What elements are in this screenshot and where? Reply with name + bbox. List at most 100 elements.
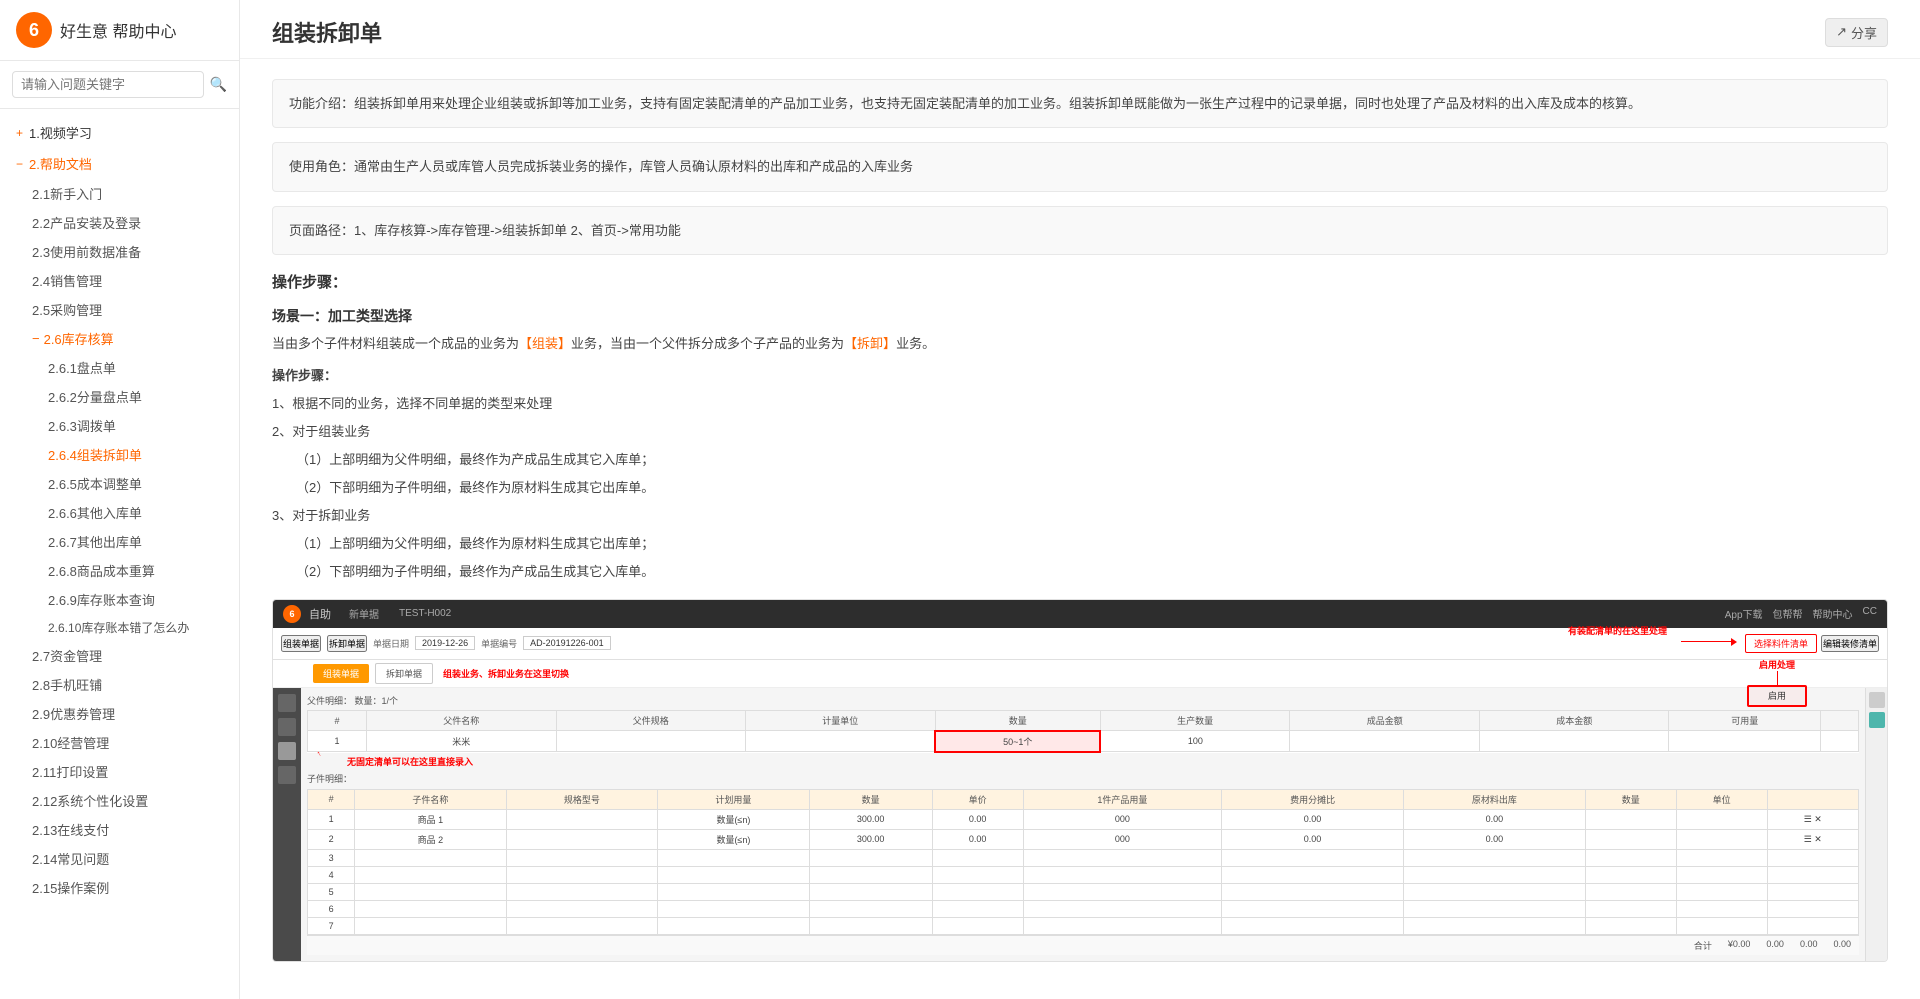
total-label: 合计 xyxy=(1694,939,1712,952)
btn-select-bom[interactable]: 选择料件清单 xyxy=(1745,634,1817,653)
sidebar-item-2-10[interactable]: 2.10经营管理 xyxy=(0,728,239,757)
sidebar-item-2-3[interactable]: 2.3使用前数据准备 xyxy=(0,237,239,266)
col-prod-amt: 成品金额 xyxy=(1290,710,1480,731)
app-screenshot: 6 自助 新单据 TEST-H002 App下载 包帮帮 帮助中心 CC 组装单… xyxy=(273,600,1887,961)
btn-disassembly-inactive[interactable]: 拆卸单据 xyxy=(375,663,433,684)
sidebar-item-2-6-2[interactable]: 2.6.2分量盘点单 xyxy=(0,382,239,411)
col-num: # xyxy=(308,710,367,731)
table-row: 7 xyxy=(308,917,1859,934)
sidebar-item-2-6-1[interactable]: 2.6.1盘点单 xyxy=(0,353,239,382)
app-title-sm: 自助 xyxy=(309,606,331,622)
page-header: 组装拆卸单 ↗ 分享 xyxy=(240,0,1920,59)
sidebar-icon-4 xyxy=(278,766,296,784)
sidebar-item-2-6-7[interactable]: 2.6.7其他出库单 xyxy=(0,527,239,556)
sidebar-item-2-11[interactable]: 2.11打印设置 xyxy=(0,757,239,786)
scol-plan-qty: 计划用量 xyxy=(658,789,810,809)
sidebar-item-2-14[interactable]: 2.14常见问题 xyxy=(0,844,239,873)
total-4: 0.00 xyxy=(1833,939,1851,952)
sidebar-item-2-9[interactable]: 2.9优惠券管理 xyxy=(0,699,239,728)
annotation-enable: 启用处理 启用 xyxy=(1747,658,1807,707)
annotation-bom: 有装配清单的在这里处理 xyxy=(1568,624,1667,637)
sidebar-item-2-13[interactable]: 2.13在线支付 xyxy=(0,815,239,844)
sidebar-item-label: 1.视频学习 xyxy=(29,123,92,142)
app-logo: 6 xyxy=(16,12,52,48)
cell-spec xyxy=(556,731,746,752)
search-bar: 🔍 xyxy=(0,61,239,109)
table-row: 2 商品 2 数量(≤n) 300.00 0.00 000 0.00 0.00 xyxy=(308,829,1859,849)
scol-num: # xyxy=(308,789,355,809)
cell-avail xyxy=(1669,731,1821,752)
bill-label: 单据编号 xyxy=(481,637,517,650)
app-right-strip xyxy=(1865,688,1887,961)
app-form-toolbar: 组装单据 拆卸单据 单据日期 2019-12-26 单据编号 AD-201912… xyxy=(273,628,1887,660)
step-1: 1、根据不同的业务，选择不同单据的类型来处理 xyxy=(272,391,1888,417)
cell-qty: 50~1个 xyxy=(935,731,1100,752)
search-input[interactable] xyxy=(12,71,204,98)
lower-table: # 子件名称 规格型号 计划用量 数量 单价 1件产品用量 费用分摊比 原材料出… xyxy=(307,789,1859,935)
btn-edit-bom[interactable]: 编辑装修清单 xyxy=(1821,635,1879,652)
sidebar-icon-2 xyxy=(278,718,296,736)
sidebar-item-2-6-5[interactable]: 2.6.5成本调整单 xyxy=(0,469,239,498)
annotation-manual-text: 无固定清单可以在这里直接录入 xyxy=(347,755,473,768)
col-cost-amt: 成本金额 xyxy=(1479,710,1669,731)
sidebar-item-2-7[interactable]: 2.7资金管理 xyxy=(0,641,239,670)
upper-table-label: 父件明细： 数量：1/个 xyxy=(307,694,1859,707)
app-left-sidebar xyxy=(273,688,301,961)
sidebar-nav: + 1.视频学习 − 2.帮助文档 2.1新手入门 2.2产品安装及登录 2.3… xyxy=(0,109,239,999)
scol-out-qty: 数量 xyxy=(1585,789,1676,809)
sidebar-item-2-4[interactable]: 2.4销售管理 xyxy=(0,266,239,295)
sidebar-item-2-12[interactable]: 2.12系统个性化设置 xyxy=(0,786,239,815)
sidebar-item-2-6-6[interactable]: 2.6.6其他入库单 xyxy=(0,498,239,527)
step-3: 3、对于拆卸业务 xyxy=(272,503,1888,529)
col-unit: 计量单位 xyxy=(746,710,936,731)
step-2-1: （1）上部明细为父件明细，最终作为产成品生成其它入库单； xyxy=(272,447,1888,473)
sidebar-item-2-6-4[interactable]: 2.6.4组装拆卸单 xyxy=(0,440,239,469)
page-title: 组装拆卸单 xyxy=(272,16,382,48)
sidebar-item-2-6-9[interactable]: 2.6.9库存账本查询 xyxy=(0,585,239,614)
btn-assembly-active[interactable]: 组装单据 xyxy=(313,664,369,683)
bill-value: AD-20191226-001 xyxy=(523,636,611,650)
step-3-1: （1）上部明细为父件明细，最终作为原材料生成其它出库单； xyxy=(272,531,1888,557)
strip-icon-1 xyxy=(1869,692,1885,708)
col-action xyxy=(1821,710,1859,731)
main-content-area: 组装拆卸单 ↗ 分享 功能介绍：组装拆卸单用来处理企业组装或拆卸等加工业务，支持… xyxy=(240,0,1920,999)
sidebar-item-2-6-3[interactable]: 2.6.3调拨单 xyxy=(0,411,239,440)
sidebar-item-2-6[interactable]: − 2.6库存核算 xyxy=(0,324,239,353)
enable-field[interactable]: 启用 xyxy=(1747,685,1807,707)
sidebar-item-2[interactable]: − 2.帮助文档 xyxy=(0,148,239,179)
col-parent-spec: 父件规格 xyxy=(556,710,746,731)
table-row: 6 xyxy=(308,900,1859,917)
table-row: 1 商品 1 数量(≤n) 300.00 0.00 000 0.00 0.00 xyxy=(308,809,1859,829)
search-icon[interactable]: 🔍 xyxy=(210,76,227,93)
app-name: 好生意 帮助中心 xyxy=(60,18,176,42)
total-3: 0.00 xyxy=(1800,939,1818,952)
sidebar-item-2-6-10[interactable]: 2.6.10库存账本错了怎么办 xyxy=(0,614,239,641)
sidebar-item-2-1[interactable]: 2.1新手入门 xyxy=(0,179,239,208)
col-parent-name: 父件名称 xyxy=(367,710,557,731)
sidebar-icon-1 xyxy=(278,694,296,712)
share-button[interactable]: ↗ 分享 xyxy=(1825,18,1888,47)
sidebar-item-2-8[interactable]: 2.8手机旺铺 xyxy=(0,670,239,699)
cell-cost-amt xyxy=(1479,731,1669,752)
app-footer: 合计 ¥0.00 0.00 0.00 0.00 xyxy=(307,935,1859,955)
col-qty: 数量 xyxy=(935,710,1100,731)
cell-action xyxy=(1821,731,1859,752)
sidebar-item-1[interactable]: + 1.视频学习 xyxy=(0,117,239,148)
sidebar-item-2-5[interactable]: 2.5采购管理 xyxy=(0,295,239,324)
btn-assembly[interactable]: 组装单据 xyxy=(281,635,321,652)
toolbar-right: 选择料件清单 编辑装修清单 xyxy=(1745,634,1879,653)
scol-outbound: 原材料出库 xyxy=(1403,789,1585,809)
tables-area: 父件明细： 数量：1/个 # 父件名称 父件规格 计量单位 数量 xyxy=(301,688,1865,961)
btn-disassembly[interactable]: 拆卸单据 xyxy=(327,635,367,652)
operation-steps-title: 操作步骤： xyxy=(272,271,1888,292)
cell-unit xyxy=(746,731,936,752)
sidebar-item-2-6-8[interactable]: 2.6.8商品成本重算 xyxy=(0,556,239,585)
scol-price: 单价 xyxy=(932,789,1023,809)
step-3-2: （2）下部明细为子件明细，最终作为产成品生成其它入库单。 xyxy=(272,559,1888,585)
date-value: 2019-12-26 xyxy=(415,636,475,650)
sidebar-item-2-2[interactable]: 2.2产品安装及登录 xyxy=(0,208,239,237)
app-test-id: TEST-H002 xyxy=(399,608,451,619)
scol-ops xyxy=(1767,789,1858,809)
upper-table: # 父件名称 父件规格 计量单位 数量 生产数量 成品金额 成本金额 可用量 xyxy=(307,710,1859,753)
sidebar-item-2-15[interactable]: 2.15操作案例 xyxy=(0,873,239,902)
